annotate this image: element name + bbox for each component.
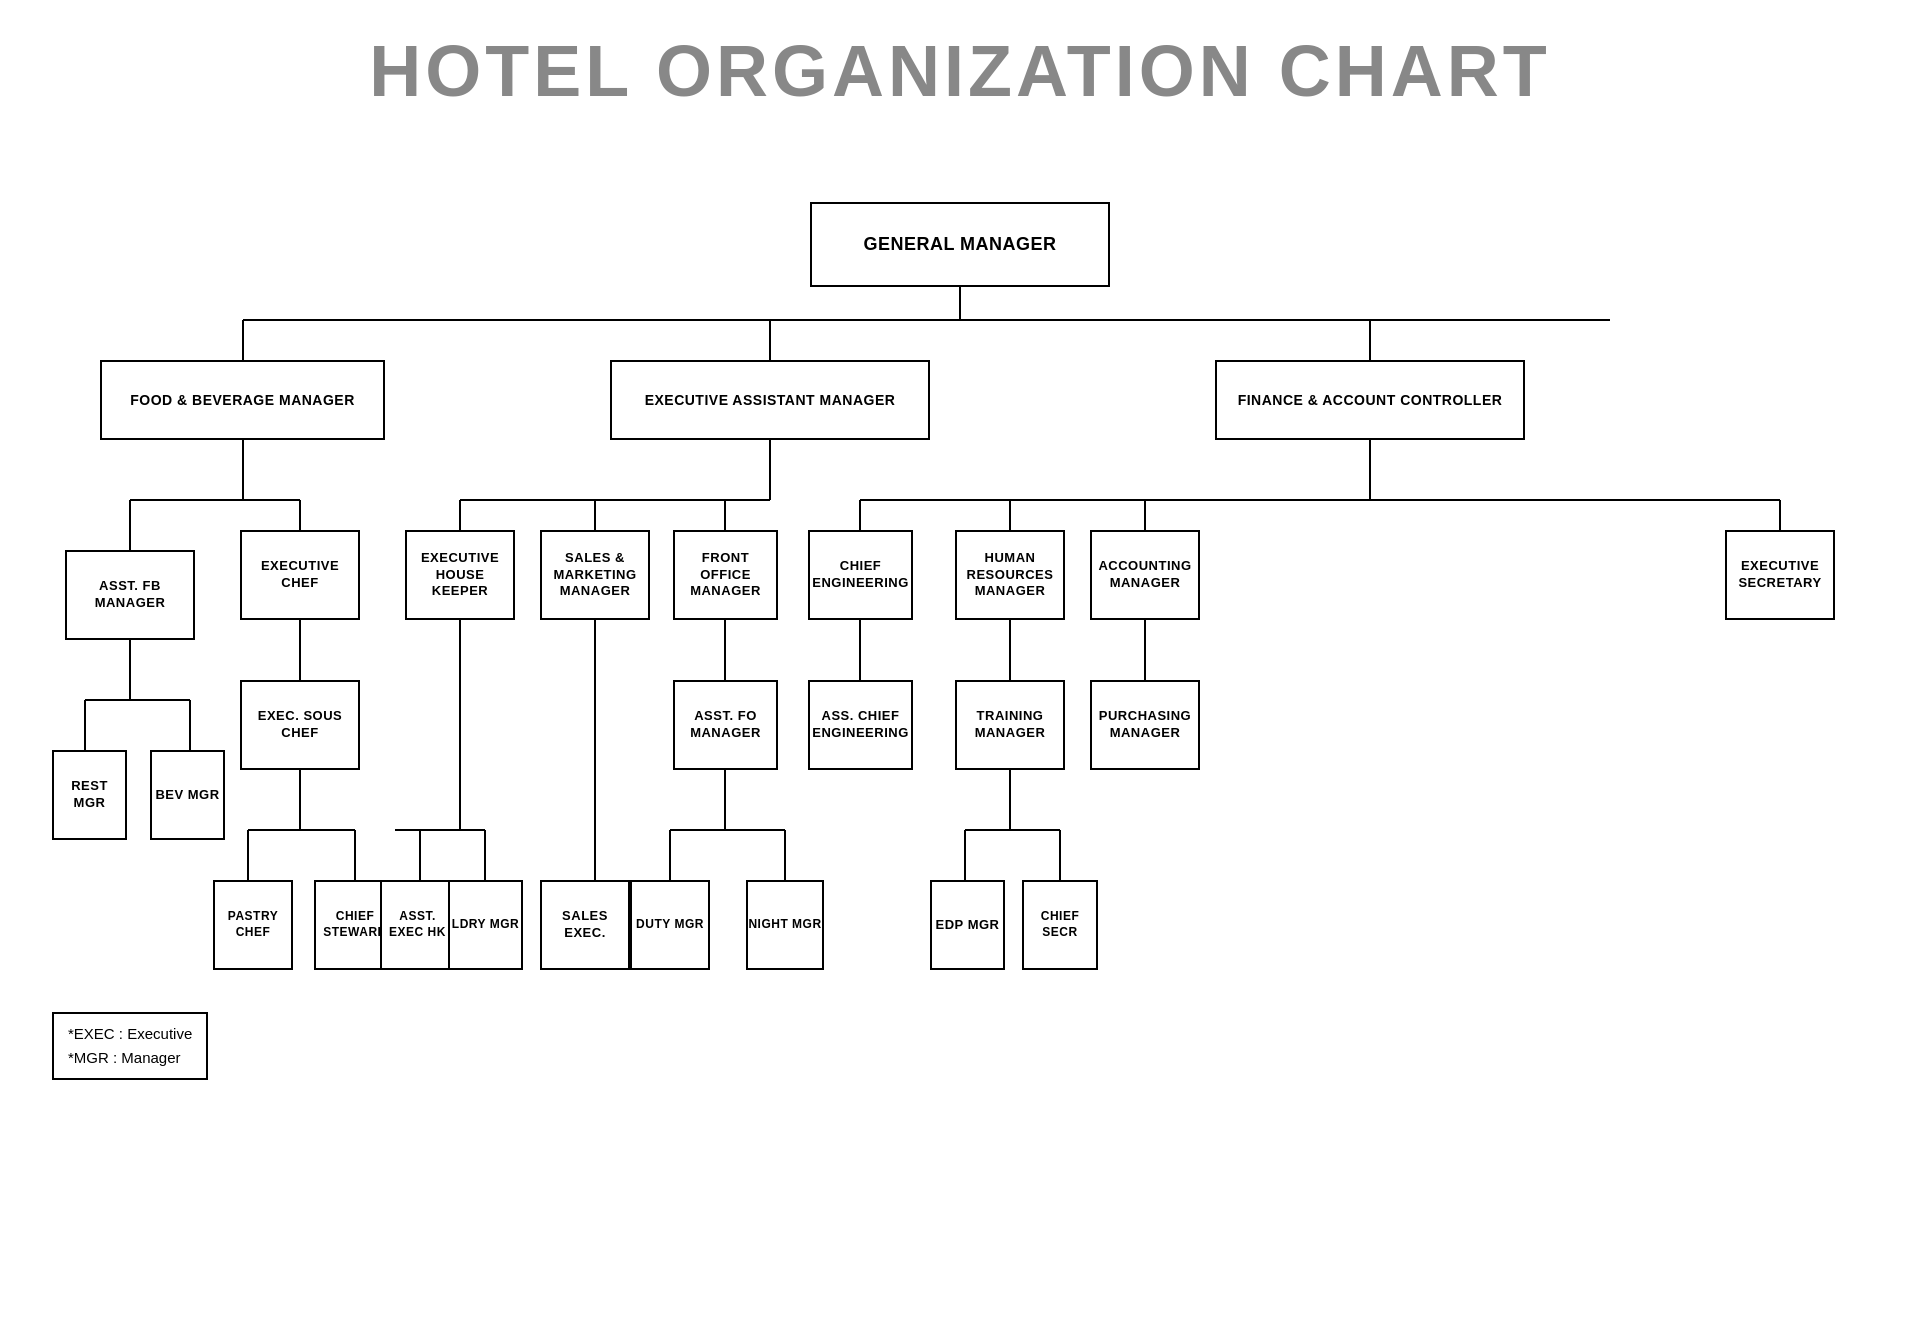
node-front-office: FRONT OFFICE MANAGER — [673, 530, 778, 620]
node-rest-mgr: REST MGR — [52, 750, 127, 840]
node-sales-marketing: SALES & MARKETING MANAGER — [540, 530, 650, 620]
node-asst-fb-manager: ASST. FB MANAGER — [65, 550, 195, 640]
node-food-beverage: FOOD & BEVERAGE MANAGER — [100, 360, 385, 440]
node-executive-chef: EXECUTIVE CHEF — [240, 530, 360, 620]
page: HOTEL ORGANIZATION CHART — [0, 0, 1920, 1344]
page-title: HOTEL ORGANIZATION CHART — [20, 30, 1900, 112]
legend: *EXEC : Executive *MGR : Manager — [52, 1012, 208, 1080]
node-general-manager: GENERAL MANAGER — [810, 202, 1110, 287]
node-edp-mgr: EDP MGR — [930, 880, 1005, 970]
node-ldry-mgr: LDRY MGR — [448, 880, 523, 970]
node-asst-fo-manager: ASST. FO MANAGER — [673, 680, 778, 770]
node-finance-account: FINANCE & ACCOUNT CONTROLLER — [1215, 360, 1525, 440]
node-accounting-manager: ACCOUNTING MANAGER — [1090, 530, 1200, 620]
legend-line2: *MGR : Manager — [68, 1046, 192, 1070]
node-ass-chief-engineering: ASS. CHIEF ENGINEERING — [808, 680, 913, 770]
node-bev-mgr: BEV MGR — [150, 750, 225, 840]
node-purchasing-manager: PURCHASING MANAGER — [1090, 680, 1200, 770]
node-sales-exec: SALES EXEC. — [540, 880, 630, 970]
node-human-resources: HUMAN RESOURCES MANAGER — [955, 530, 1065, 620]
node-chief-secr: CHIEF SECR — [1022, 880, 1098, 970]
node-exec-housekeeper: EXECUTIVE HOUSE KEEPER — [405, 530, 515, 620]
node-executive-secretary: EXECUTIVE SECRETARY — [1725, 530, 1835, 620]
node-night-mgr: NIGHT MGR — [746, 880, 824, 970]
legend-line1: *EXEC : Executive — [68, 1022, 192, 1046]
node-chief-engineering: CHIEF ENGINEERING — [808, 530, 913, 620]
node-training-manager: TRAINING MANAGER — [955, 680, 1065, 770]
node-duty-mgr: DUTY MGR — [630, 880, 710, 970]
node-asst-exec-hk: ASST. EXEC HK — [380, 880, 455, 970]
node-exec-assistant: EXECUTIVE ASSISTANT MANAGER — [610, 360, 930, 440]
org-chart: GENERAL MANAGER FOOD & BEVERAGE MANAGER … — [30, 142, 1890, 1282]
node-pastry-chef: PASTRY CHEF — [213, 880, 293, 970]
node-exec-sous-chef: EXEC. SOUS CHEF — [240, 680, 360, 770]
